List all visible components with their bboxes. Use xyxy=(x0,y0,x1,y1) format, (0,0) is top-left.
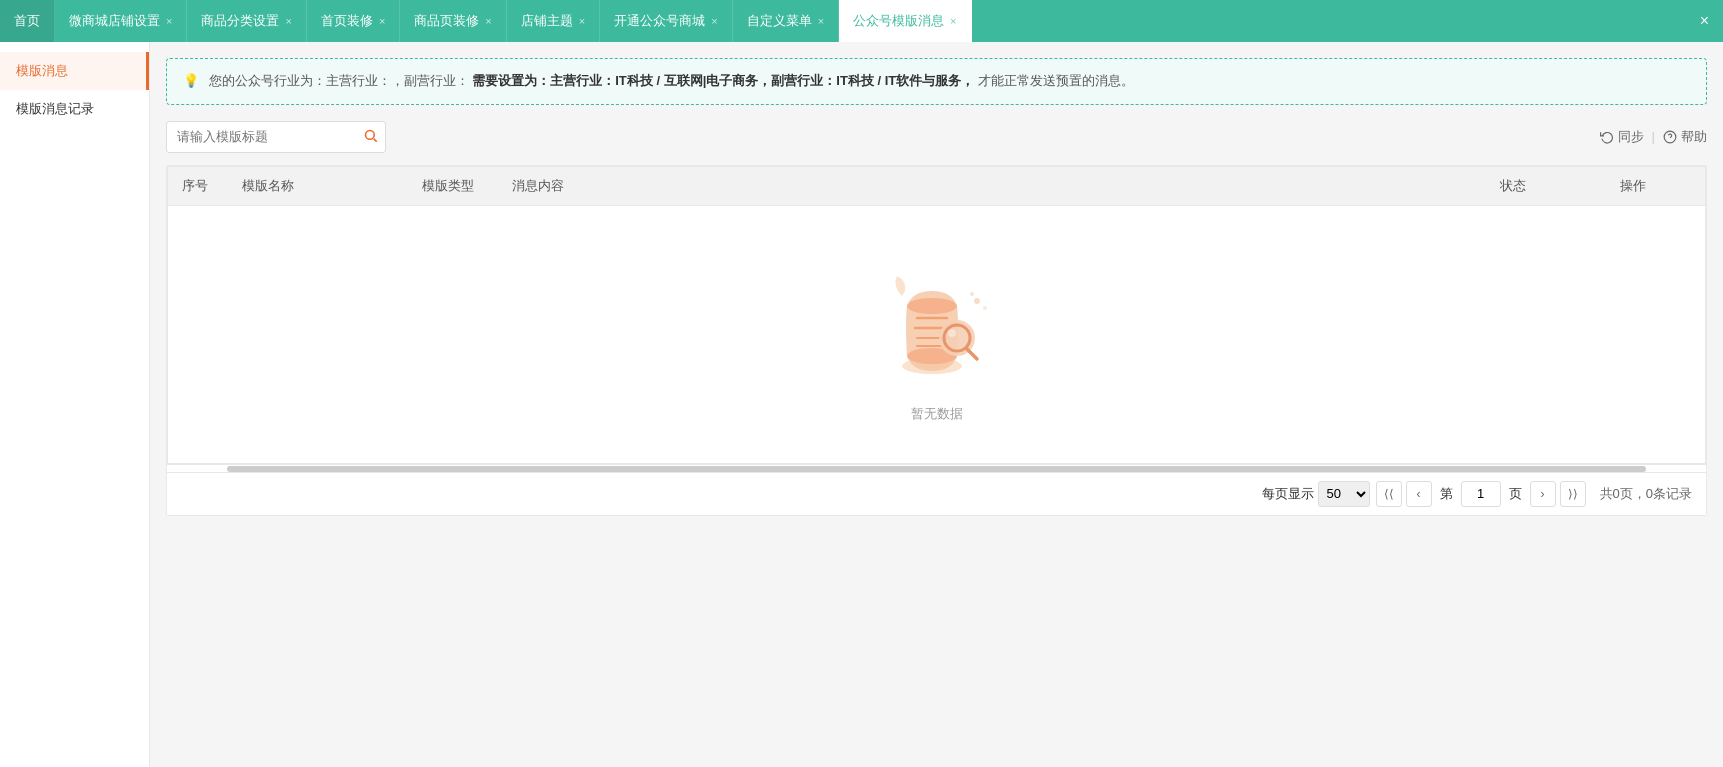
nav-tab-home-decor-label: 首页装修 xyxy=(321,12,373,30)
svg-point-0 xyxy=(366,130,375,139)
horizontal-scrollbar[interactable] xyxy=(167,464,1706,472)
notice-text-suffix: 才能正常发送预置的消息。 xyxy=(978,73,1134,88)
col-header-content: 消息内容 xyxy=(498,166,1486,205)
page-size-select: 每页显示 10 20 50 100 xyxy=(1262,481,1370,507)
nav-tab-shop-settings[interactable]: 微商城店铺设置 × xyxy=(55,0,187,42)
svg-point-15 xyxy=(974,298,980,304)
col-header-name: 模版名称 xyxy=(228,166,408,205)
nav-tab-store-theme-label: 店铺主题 xyxy=(521,12,573,30)
last-page-button[interactable]: ⟩⟩ xyxy=(1560,481,1586,507)
search-icon xyxy=(363,128,378,143)
help-icon xyxy=(1663,130,1677,144)
first-page-button[interactable]: ⟨⟨ xyxy=(1376,481,1402,507)
nav-tab-open-shop[interactable]: 开通公众号商城 × xyxy=(600,0,732,42)
close-all-tabs-button[interactable]: × xyxy=(1686,12,1723,30)
nav-tab-product-decor-label: 商品页装修 xyxy=(414,12,479,30)
page-number-input[interactable] xyxy=(1461,481,1501,507)
nav-tab-product-decor[interactable]: 商品页装修 × xyxy=(400,0,506,42)
close-template-msg-icon[interactable]: × xyxy=(950,15,956,27)
page-label: 第 xyxy=(1440,485,1453,503)
close-store-theme-icon[interactable]: × xyxy=(579,15,585,27)
nav-tab-template-msg-label: 公众号模版消息 xyxy=(853,12,944,30)
close-custom-menu-icon[interactable]: × xyxy=(818,15,824,27)
search-button[interactable] xyxy=(363,128,378,146)
svg-line-1 xyxy=(374,138,377,141)
notice-highlight: 需要设置为：主营行业：IT科技 / 互联网|电子商务，副营行业：IT科技 / I… xyxy=(472,73,974,88)
search-actions: 同步 | 帮助 xyxy=(1600,128,1707,146)
empty-state: 暂无数据 xyxy=(168,206,1705,463)
notice-box: 💡 您的公众号行业为：主营行业：，副营行业： 需要设置为：主营行业：IT科技 /… xyxy=(166,58,1707,105)
nav-tab-home-label: 首页 xyxy=(14,12,40,30)
page-size-label: 每页显示 xyxy=(1262,485,1314,503)
top-navigation: 首页 微商城店铺设置 × 商品分类设置 × 首页装修 × 商品页装修 × 店铺主… xyxy=(0,0,1723,42)
close-home-decor-icon[interactable]: × xyxy=(379,15,385,27)
sync-icon xyxy=(1600,130,1614,144)
nav-tab-template-msg[interactable]: 公众号模版消息 × xyxy=(839,0,971,42)
empty-text: 暂无数据 xyxy=(168,405,1705,423)
main-content: 💡 您的公众号行业为：主营行业：，副营行业： 需要设置为：主营行业：IT科技 /… xyxy=(150,42,1723,767)
sync-label: 同步 xyxy=(1618,128,1644,146)
table-body: 暂无数据 xyxy=(168,205,1706,463)
data-table: 序号 模版名称 模版类型 消息内容 状态 xyxy=(167,166,1706,464)
close-open-shop-icon[interactable]: × xyxy=(711,15,717,27)
nav-tab-category-settings[interactable]: 商品分类设置 × xyxy=(187,0,306,42)
data-table-wrap: 序号 模版名称 模版类型 消息内容 状态 xyxy=(166,165,1707,516)
next-page-button[interactable]: › xyxy=(1530,481,1556,507)
main-layout: 模版消息 模版消息记录 💡 您的公众号行业为：主营行业：，副营行业： 需要设置为… xyxy=(0,42,1723,767)
help-label: 帮助 xyxy=(1681,128,1707,146)
nav-tab-store-theme[interactable]: 店铺主题 × xyxy=(507,0,600,42)
col-header-type: 模版类型 xyxy=(408,166,498,205)
notice-icon: 💡 xyxy=(183,73,199,88)
help-button[interactable]: 帮助 xyxy=(1663,128,1707,146)
nav-tab-custom-menu[interactable]: 自定义菜单 × xyxy=(733,0,839,42)
close-category-settings-icon[interactable]: × xyxy=(285,15,291,27)
svg-point-16 xyxy=(983,306,987,310)
page-navigation: ⟨⟨ ‹ 第 页 › ⟩⟩ xyxy=(1376,481,1586,507)
close-shop-settings-icon[interactable]: × xyxy=(166,15,172,27)
table-header: 序号 模版名称 模版类型 消息内容 状态 xyxy=(168,166,1706,205)
nav-tab-shop-settings-label: 微商城店铺设置 xyxy=(69,12,160,30)
sidebar-item-template-msg[interactable]: 模版消息 xyxy=(0,52,149,90)
search-input-wrap xyxy=(166,121,386,153)
sidebar-item-template-msg-label: 模版消息 xyxy=(16,63,68,78)
page-size-dropdown[interactable]: 10 20 50 100 xyxy=(1318,481,1370,507)
col-header-action: 操作 xyxy=(1606,166,1706,205)
svg-point-14 xyxy=(948,329,956,337)
sidebar-item-template-msg-log-label: 模版消息记录 xyxy=(16,101,94,116)
col-header-status: 状态 xyxy=(1486,166,1606,205)
page-unit: 页 xyxy=(1509,485,1522,503)
page-total: 共0页，0条记录 xyxy=(1600,485,1692,503)
prev-page-button[interactable]: ‹ xyxy=(1406,481,1432,507)
nav-tab-custom-menu-label: 自定义菜单 xyxy=(747,12,812,30)
pagination-bar: 每页显示 10 20 50 100 ⟨⟨ ‹ 第 页 › ⟩⟩ xyxy=(167,472,1706,515)
svg-point-5 xyxy=(907,298,957,314)
nav-tab-home[interactable]: 首页 xyxy=(0,0,55,42)
svg-point-17 xyxy=(970,292,974,296)
sync-button[interactable]: 同步 xyxy=(1600,128,1644,146)
search-input[interactable] xyxy=(166,121,386,153)
notice-text-prefix: 您的公众号行业为：主营行业：，副营行业： xyxy=(209,73,469,88)
empty-illustration xyxy=(877,266,997,386)
scrollbar-thumb[interactable] xyxy=(227,466,1646,472)
sidebar: 模版消息 模版消息记录 xyxy=(0,42,150,767)
nav-tab-open-shop-label: 开通公众号商城 xyxy=(614,12,705,30)
close-product-decor-icon[interactable]: × xyxy=(485,15,491,27)
col-header-seq: 序号 xyxy=(168,166,228,205)
action-divider: | xyxy=(1652,129,1655,144)
search-bar: 同步 | 帮助 xyxy=(166,121,1707,153)
sidebar-item-template-msg-log[interactable]: 模版消息记录 xyxy=(0,90,149,128)
svg-line-13 xyxy=(966,348,977,359)
nav-tab-home-decor[interactable]: 首页装修 × xyxy=(307,0,400,42)
nav-tab-category-settings-label: 商品分类设置 xyxy=(201,12,279,30)
